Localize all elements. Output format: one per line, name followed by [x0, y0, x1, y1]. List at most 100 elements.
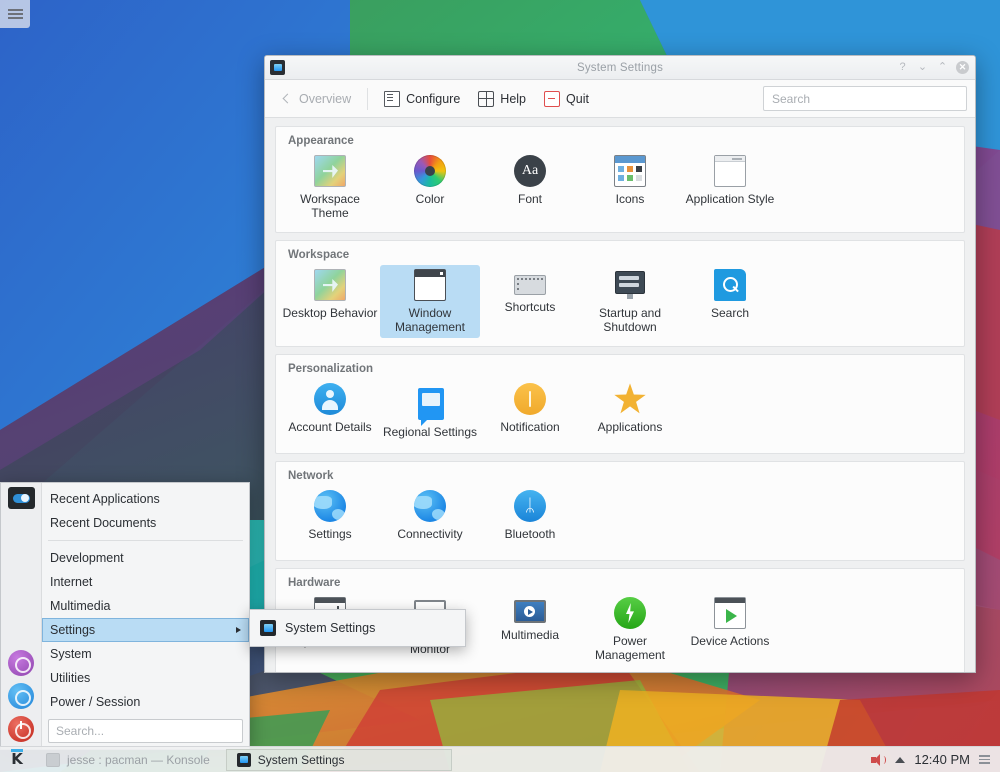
settings-module-settings[interactable]: Settings: [280, 486, 380, 552]
volume-muted-icon[interactable]: [870, 752, 886, 768]
settings-module-account-details[interactable]: Account Details: [280, 379, 380, 445]
desktop-behavior-icon: [314, 269, 346, 301]
window-titlebar[interactable]: System Settings ? ⌄ ⌃ ✕: [265, 56, 975, 80]
system-settings-window[interactable]: System Settings ? ⌄ ⌃ ✕ Overview Configu…: [264, 55, 976, 673]
submenu-item-system-settings[interactable]: System Settings: [285, 621, 375, 635]
settings-module-label: Regional Settings: [383, 425, 477, 439]
settings-module-label: Connectivity: [397, 527, 462, 541]
desktop-toolbox-button[interactable]: [0, 0, 30, 28]
launcher-item-power-session[interactable]: Power / Session: [42, 690, 249, 714]
settings-group-tiles: Desktop BehaviorWindow ManagementShortcu…: [276, 265, 964, 338]
settings-module-device-actions[interactable]: Device Actions: [680, 593, 780, 666]
clock[interactable]: 12:40 PM: [914, 752, 970, 767]
launcher-search-wrap[interactable]: [42, 714, 249, 750]
shade-button[interactable]: ⌄: [916, 61, 929, 74]
settings-module-icons[interactable]: Icons: [580, 151, 680, 224]
sleep-icon[interactable]: [8, 683, 34, 709]
launcher-item-system[interactable]: System: [42, 642, 249, 666]
settings-module-color[interactable]: Color: [380, 151, 480, 224]
settings-module-shortcuts[interactable]: Shortcuts: [480, 265, 580, 338]
window-toolbar[interactable]: Overview Configure Help Quit: [265, 80, 975, 118]
device-actions-icon: [714, 597, 746, 629]
settings-module-label: Power Management: [582, 634, 678, 662]
color-wheel-icon: [414, 155, 446, 187]
system-settings-icon: [260, 620, 276, 636]
overview-button[interactable]: Overview: [275, 86, 360, 112]
launcher-item-development[interactable]: Development: [42, 546, 249, 570]
quit-icon: [544, 91, 560, 107]
settings-module-label: Desktop Behavior: [283, 306, 378, 320]
icons-icon: [614, 155, 646, 187]
settings-module-multimedia[interactable]: Multimedia: [480, 593, 580, 666]
close-button[interactable]: ✕: [956, 61, 969, 74]
maximize-button[interactable]: ⌃: [936, 61, 949, 74]
startup-shutdown-icon: [614, 269, 646, 301]
help-button[interactable]: ?: [896, 61, 909, 74]
search-box[interactable]: [763, 86, 967, 111]
application-launcher-menu[interactable]: Recent Applications Recent Documents Devel…: [0, 482, 250, 750]
settings-group-title: Personalization: [276, 361, 964, 379]
konsole-icon: [46, 753, 60, 767]
notification-icon: [514, 383, 546, 415]
launcher-glyph: K: [11, 752, 23, 767]
launcher-item-recent-documents[interactable]: Recent Documents: [42, 511, 249, 535]
settings-group-title: Network: [276, 468, 964, 486]
settings-modules-area[interactable]: AppearanceWorkspace ThemeColorAaFontIcon…: [265, 118, 975, 672]
quit-button[interactable]: Quit: [535, 86, 598, 112]
settings-module-label: Icons: [616, 192, 645, 206]
font-icon: Aa: [514, 155, 546, 187]
desktop[interactable]: System Settings ? ⌄ ⌃ ✕ Overview Configu…: [0, 0, 1000, 772]
settings-module-notification[interactable]: Notification: [480, 379, 580, 445]
search-input[interactable]: [772, 92, 958, 106]
settings-group-tiles: Settings Connectivity ᛦBluetooth: [276, 486, 964, 552]
settings-module-regional-settings[interactable]: Regional Settings: [380, 379, 480, 445]
kde-menu-icon[interactable]: K: [4, 748, 30, 772]
configure-button[interactable]: Configure: [375, 86, 469, 112]
chevron-right-icon: [236, 627, 241, 633]
launcher-item-multimedia[interactable]: Multimedia: [42, 594, 249, 618]
power-management-icon: [614, 597, 646, 629]
shutdown-icon[interactable]: [8, 716, 34, 742]
taskbar-task-label: System Settings: [258, 753, 345, 767]
settings-group-title: Workspace: [276, 247, 964, 265]
taskbar-task[interactable]: System Settings: [226, 749, 452, 771]
chevron-up-icon[interactable]: [895, 757, 905, 763]
launcher-item-label: Recent Documents: [50, 516, 156, 530]
launcher-search-input[interactable]: [48, 719, 243, 743]
settings-module-applications[interactable]: Applications: [580, 379, 680, 445]
settings-module-bluetooth[interactable]: ᛦBluetooth: [480, 486, 580, 552]
settings-group: NetworkSettings Connectivity ᛦBluetooth: [275, 461, 965, 561]
settings-module-label: Account Details: [288, 420, 371, 434]
settings-module-label: Applications: [598, 420, 663, 434]
settings-module-workspace-theme[interactable]: Workspace Theme: [280, 151, 380, 224]
taskbar-panel[interactable]: K jesse : pacman — Konsole System Setting…: [0, 746, 1000, 772]
account-details-icon: [314, 383, 346, 415]
launcher-sidebar[interactable]: [1, 483, 42, 749]
window-management-icon: [414, 269, 446, 301]
applications-star-icon: [614, 383, 646, 415]
hamburger-icon[interactable]: [979, 753, 990, 766]
launcher-item-list[interactable]: Recent Applications Recent Documents Devel…: [42, 483, 249, 749]
connectivity-globe-icon: [414, 490, 446, 522]
settings-module-window-management[interactable]: Window Management: [380, 265, 480, 338]
settings-module-desktop-behavior[interactable]: Desktop Behavior: [280, 265, 380, 338]
leave-icon[interactable]: [8, 650, 34, 676]
workspace-theme-icon: [314, 155, 346, 187]
settings-group-tiles: Account Details Regional SettingsNotifica…: [276, 379, 964, 445]
taskbar-task[interactable]: jesse : pacman — Konsole: [36, 749, 220, 771]
toolbar-separator: [367, 88, 368, 110]
settings-module-application-style[interactable]: Application Style: [680, 151, 780, 224]
launcher-submenu[interactable]: System Settings: [249, 609, 466, 647]
settings-module-startup-and-shutdown[interactable]: Startup and Shutdown: [580, 265, 680, 338]
settings-module-search[interactable]: Search: [680, 265, 780, 338]
launcher-item-internet[interactable]: Internet: [42, 570, 249, 594]
settings-module-connectivity[interactable]: Connectivity: [380, 486, 480, 552]
launcher-item-settings[interactable]: Settings: [42, 618, 249, 642]
settings-module-font[interactable]: AaFont: [480, 151, 580, 224]
launcher-item-label: Power / Session: [50, 695, 140, 709]
system-tray[interactable]: 12:40 PM: [870, 752, 996, 768]
help-menu-button[interactable]: Help: [469, 86, 535, 112]
settings-module-power-management[interactable]: Power Management: [580, 593, 680, 666]
launcher-item-utilities[interactable]: Utilities: [42, 666, 249, 690]
launcher-item-recent-applications[interactable]: Recent Applications: [42, 487, 249, 511]
